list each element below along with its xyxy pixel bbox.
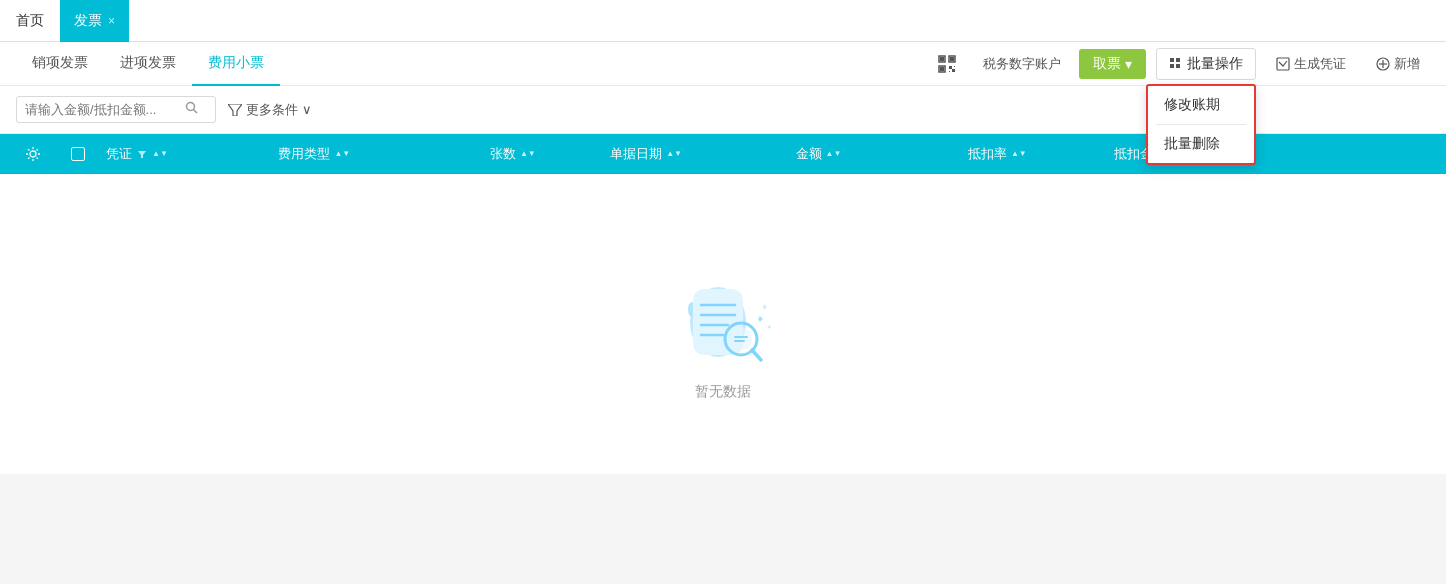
- th-expense-type: 费用类型 ▲▼: [270, 145, 481, 163]
- batch-ops-container: 批量操作 修改账期 批量删除: [1156, 48, 1256, 80]
- search-input[interactable]: [25, 102, 185, 117]
- svg-rect-8: [949, 71, 950, 72]
- svg-point-18: [187, 103, 195, 111]
- sub-tabs-bar: 销项发票 进项发票 费用小票 税务数字账户: [0, 42, 1446, 86]
- th-date: 单据日期 ▲▼: [602, 145, 787, 163]
- take-ticket-arrow: ▾: [1125, 56, 1132, 72]
- sort-icon: ▲▼: [520, 150, 536, 158]
- invoice-tab[interactable]: 发票 ×: [60, 0, 129, 42]
- svg-rect-12: [1170, 64, 1174, 68]
- tab-expense[interactable]: 费用小票: [192, 42, 280, 86]
- top-nav: 首页 发票 ×: [0, 0, 1446, 42]
- invoice-tab-label: 发票: [74, 12, 102, 30]
- svg-point-21: [30, 151, 36, 157]
- search-icon[interactable]: [185, 101, 199, 118]
- take-ticket-button[interactable]: 取票 ▾: [1079, 49, 1146, 79]
- invoice-tab-close[interactable]: ×: [108, 14, 115, 28]
- select-all-checkbox[interactable]: [71, 147, 85, 161]
- th-settings[interactable]: [8, 146, 58, 162]
- add-icon: [1376, 57, 1390, 71]
- tax-account-button[interactable]: 税务数字账户: [975, 51, 1069, 77]
- svg-rect-13: [1176, 64, 1180, 68]
- svg-line-19: [194, 110, 198, 114]
- more-filter-button[interactable]: 更多条件 ∨: [228, 101, 312, 119]
- tax-account-label: 税务数字账户: [983, 55, 1061, 73]
- th-count: 张数 ▲▼: [482, 145, 602, 163]
- th-voucher: 凭证 ▲▼: [98, 145, 270, 163]
- svg-line-25: [752, 350, 761, 360]
- sort-icon: ▲▼: [826, 150, 842, 158]
- svg-marker-20: [228, 104, 242, 116]
- dropdown-item-batch-delete[interactable]: 批量删除: [1148, 125, 1254, 163]
- sort-icon: ▲▼: [152, 150, 168, 158]
- svg-rect-11: [1176, 58, 1180, 62]
- svg-point-24: [730, 328, 752, 350]
- sort-icon: ▲▼: [1011, 150, 1027, 158]
- th-checkbox[interactable]: [58, 147, 98, 161]
- tab-input[interactable]: 进项发票: [104, 42, 192, 86]
- voucher-label: 生成凭证: [1294, 55, 1346, 73]
- more-filter-label: 更多条件: [246, 101, 298, 119]
- batch-ops-icon: [1169, 57, 1183, 71]
- th-rate: 抵扣率 ▲▼: [960, 145, 1106, 163]
- home-tab[interactable]: 首页: [16, 12, 60, 30]
- empty-text: 暂无数据: [695, 383, 751, 401]
- add-label: 新增: [1394, 55, 1420, 73]
- th-amount: 金额 ▲▼: [788, 145, 960, 163]
- svg-rect-6: [949, 66, 952, 69]
- tab-sales[interactable]: 销项发票: [16, 42, 104, 86]
- generate-voucher-button[interactable]: 生成凭证: [1266, 49, 1356, 79]
- sort-icon: ▲▼: [334, 150, 350, 158]
- empty-illustration: [663, 267, 783, 367]
- sort-icon: ▲▼: [666, 150, 682, 158]
- svg-rect-5: [940, 67, 944, 71]
- take-ticket-label: 取票: [1093, 55, 1121, 73]
- svg-rect-10: [1170, 58, 1174, 62]
- toolbar-right: 税务数字账户 取票 ▾ 批量操作 修改账期: [929, 48, 1430, 80]
- qr-icon: [937, 54, 957, 74]
- settings-icon: [25, 146, 41, 162]
- batch-ops-label: 批量操作: [1187, 55, 1243, 73]
- add-button[interactable]: 新增: [1366, 49, 1430, 79]
- batch-ops-dropdown: 修改账期 批量删除: [1146, 84, 1256, 165]
- table-body: 暂无数据: [0, 174, 1446, 474]
- svg-rect-7: [954, 66, 955, 67]
- filter-icon: [228, 104, 242, 116]
- voucher-icon: [1276, 57, 1290, 71]
- voucher-filter-icon[interactable]: [136, 148, 148, 160]
- svg-rect-3: [950, 57, 954, 61]
- qr-icon-button[interactable]: [929, 50, 965, 78]
- dropdown-item-modify-period[interactable]: 修改账期: [1148, 86, 1254, 124]
- svg-rect-14: [1277, 58, 1289, 70]
- svg-rect-1: [940, 57, 944, 61]
- svg-rect-9: [952, 69, 955, 72]
- search-input-wrap[interactable]: [16, 96, 216, 123]
- more-filter-arrow: ∨: [302, 102, 312, 117]
- magnifier-icon: [185, 101, 199, 115]
- batch-ops-button[interactable]: 批量操作: [1156, 48, 1256, 80]
